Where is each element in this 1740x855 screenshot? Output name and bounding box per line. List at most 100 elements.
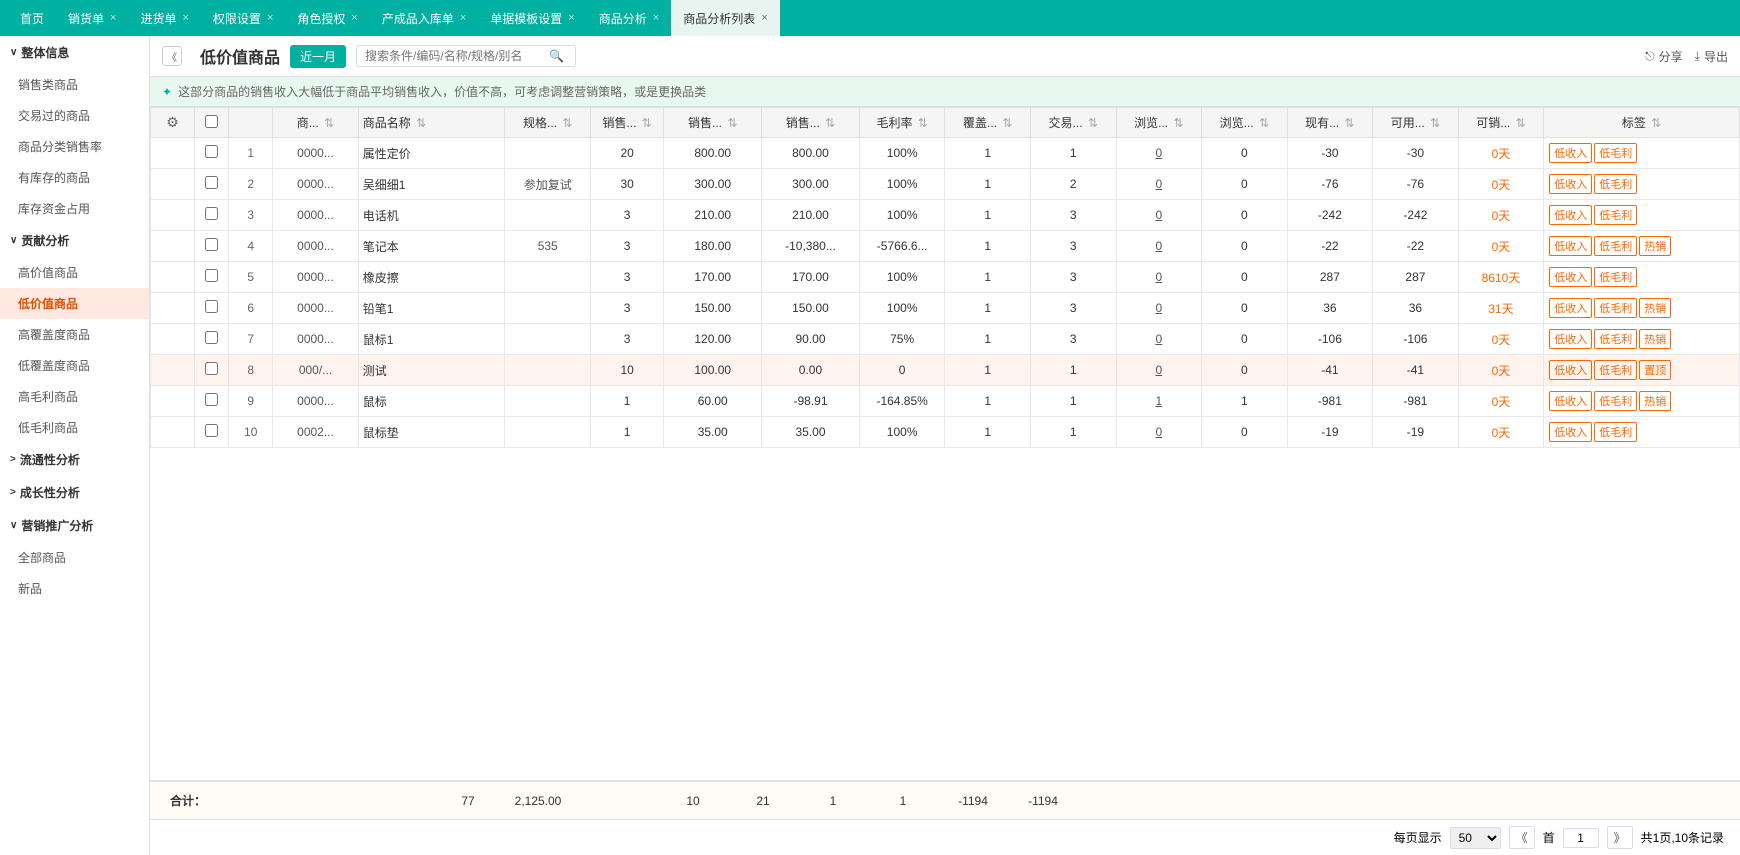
row-available-stock: -30 <box>1373 138 1459 169</box>
search-input[interactable] <box>365 49 545 63</box>
page-number-input[interactable] <box>1563 828 1599 848</box>
column-gross-margin[interactable]: 毛利率 ⇅ <box>859 108 945 138</box>
row-checkbox[interactable] <box>195 324 229 355</box>
export-button[interactable]: ⤓ 导出 <box>1695 48 1728 65</box>
column-available-stock[interactable]: 可用... ⇅ <box>1373 108 1459 138</box>
sidebar-item-stocked-products[interactable]: 有库存的商品 <box>0 162 149 193</box>
column-product-code[interactable]: 商... ⇅ <box>273 108 359 138</box>
close-icon[interactable]: × <box>568 12 574 24</box>
row-trade-count: 2 <box>1030 169 1116 200</box>
row-checkbox[interactable] <box>195 262 229 293</box>
row-checkbox[interactable] <box>195 386 229 417</box>
nav-role-auth[interactable]: 角色授权 × <box>285 0 369 36</box>
row-checkbox[interactable] <box>195 231 229 262</box>
filter-recent-month-button[interactable]: 近一月 <box>290 45 346 68</box>
nav-product-analysis-list[interactable]: 商品分析列表 × <box>671 0 779 36</box>
row-select-checkbox[interactable] <box>205 145 218 158</box>
close-icon[interactable]: × <box>110 12 116 24</box>
column-trade-count[interactable]: 交易... ⇅ <box>1030 108 1116 138</box>
row-select-checkbox[interactable] <box>205 269 218 282</box>
sidebar-item-low-coverage[interactable]: 低覆盖度商品 <box>0 350 149 381</box>
sidebar-item-high-margin[interactable]: 高毛利商品 <box>0 381 149 412</box>
column-sales-amount[interactable]: 销售... ⇅ <box>664 108 762 138</box>
nav-permission-settings[interactable]: 权限设置 × <box>201 0 285 36</box>
sidebar-item-sales-products[interactable]: 销售类商品 <box>0 69 149 100</box>
sidebar-group-circulation[interactable]: > 流通性分析 <box>0 443 149 476</box>
sidebar-item-new-products[interactable]: 新品 <box>0 573 149 604</box>
column-sales-qty[interactable]: 销售... ⇅ <box>590 108 663 138</box>
gear-icon[interactable]: ⚙ <box>166 114 179 130</box>
next-page-button[interactable]: 》 <box>1607 826 1633 849</box>
row-select-checkbox[interactable] <box>205 176 218 189</box>
chevron-right-icon: > <box>10 454 16 465</box>
close-icon[interactable]: × <box>460 12 466 24</box>
row-checkbox[interactable] <box>195 355 229 386</box>
select-all-checkbox[interactable] <box>205 115 218 128</box>
sidebar-item-low-value[interactable]: 低价值商品 <box>0 288 149 319</box>
per-page-select[interactable]: 50 20 100 <box>1450 827 1501 849</box>
row-select-checkbox[interactable] <box>205 362 218 375</box>
row-browse1[interactable]: 0 <box>1116 293 1202 324</box>
row-browse1[interactable]: 0 <box>1116 417 1202 448</box>
sidebar-item-high-value[interactable]: 高价值商品 <box>0 257 149 288</box>
row-select-checkbox[interactable] <box>205 300 218 313</box>
column-sales-profit[interactable]: 销售... ⇅ <box>762 108 860 138</box>
share-button[interactable]: ⎋ 分享 <box>1645 48 1683 65</box>
search-icon[interactable]: 🔍 <box>549 49 564 63</box>
row-checkbox[interactable] <box>195 293 229 324</box>
sidebar-item-high-coverage[interactable]: 高覆盖度商品 <box>0 319 149 350</box>
nav-sales-order[interactable]: 销货单 × <box>56 0 128 36</box>
sidebar-item-inventory-capital[interactable]: 库存资金占用 <box>0 193 149 224</box>
column-spec[interactable]: 规格... ⇅ <box>505 108 591 138</box>
close-icon[interactable]: × <box>182 12 188 24</box>
row-browse1[interactable]: 0 <box>1116 200 1202 231</box>
row-select-checkbox[interactable] <box>205 207 218 220</box>
sidebar-item-low-margin[interactable]: 低毛利商品 <box>0 412 149 443</box>
row-checkbox[interactable] <box>195 169 229 200</box>
sidebar-item-traded-products[interactable]: 交易过的商品 <box>0 100 149 131</box>
row-browse1[interactable]: 0 <box>1116 231 1202 262</box>
column-coverage[interactable]: 覆盖... ⇅ <box>945 108 1031 138</box>
close-icon[interactable]: × <box>351 12 357 24</box>
column-tags[interactable]: 标签 ⇅ <box>1544 108 1740 138</box>
close-icon[interactable]: × <box>653 12 659 24</box>
row-select-checkbox[interactable] <box>205 393 218 406</box>
column-sellable-days[interactable]: 可销... ⇅ <box>1458 108 1544 138</box>
close-icon[interactable]: × <box>267 12 273 24</box>
column-settings[interactable]: ⚙ <box>151 108 195 138</box>
row-browse1[interactable]: 0 <box>1116 169 1202 200</box>
sidebar-group-overall[interactable]: ∨ 整体信息 <box>0 36 149 69</box>
row-checkbox[interactable] <box>195 417 229 448</box>
sidebar-group-contribution[interactable]: ∨ 贡献分析 <box>0 224 149 257</box>
row-browse1[interactable]: 0 <box>1116 262 1202 293</box>
row-browse1[interactable]: 0 <box>1116 324 1202 355</box>
nav-purchase-order[interactable]: 进货单 × <box>128 0 200 36</box>
row-select-checkbox[interactable] <box>205 238 218 251</box>
nav-template-settings[interactable]: 单据模板设置 × <box>478 0 586 36</box>
row-browse2: 0 <box>1202 355 1288 386</box>
row-select-checkbox[interactable] <box>205 331 218 344</box>
row-settings <box>151 386 195 417</box>
row-sell-days: 0天 <box>1458 417 1544 448</box>
column-checkbox[interactable] <box>195 108 229 138</box>
collapse-sidebar-button[interactable]: 《 <box>162 46 182 66</box>
column-product-name[interactable]: 商品名称 ⇅ <box>358 108 505 138</box>
row-browse1[interactable]: 0 <box>1116 355 1202 386</box>
sidebar-item-all-products[interactable]: 全部商品 <box>0 542 149 573</box>
sidebar-group-growth[interactable]: > 成长性分析 <box>0 476 149 509</box>
close-icon[interactable]: × <box>761 12 767 24</box>
first-page-button[interactable]: 《 <box>1509 826 1535 849</box>
row-browse1[interactable]: 1 <box>1116 386 1202 417</box>
sidebar-group-marketing[interactable]: ∨ 营销推广分析 <box>0 509 149 542</box>
column-browse2[interactable]: 浏览... ⇅ <box>1202 108 1288 138</box>
nav-finished-goods[interactable]: 产成品入库单 × <box>370 0 478 36</box>
row-checkbox[interactable] <box>195 200 229 231</box>
row-checkbox[interactable] <box>195 138 229 169</box>
column-browse1[interactable]: 浏览... ⇅ <box>1116 108 1202 138</box>
row-select-checkbox[interactable] <box>205 424 218 437</box>
row-browse1[interactable]: 0 <box>1116 138 1202 169</box>
nav-product-analysis[interactable]: 商品分析 × <box>587 0 671 36</box>
sidebar-item-category-sales-rate[interactable]: 商品分类销售率 <box>0 131 149 162</box>
nav-home[interactable]: 首页 <box>8 0 56 36</box>
column-current-stock[interactable]: 现有... ⇅ <box>1287 108 1373 138</box>
